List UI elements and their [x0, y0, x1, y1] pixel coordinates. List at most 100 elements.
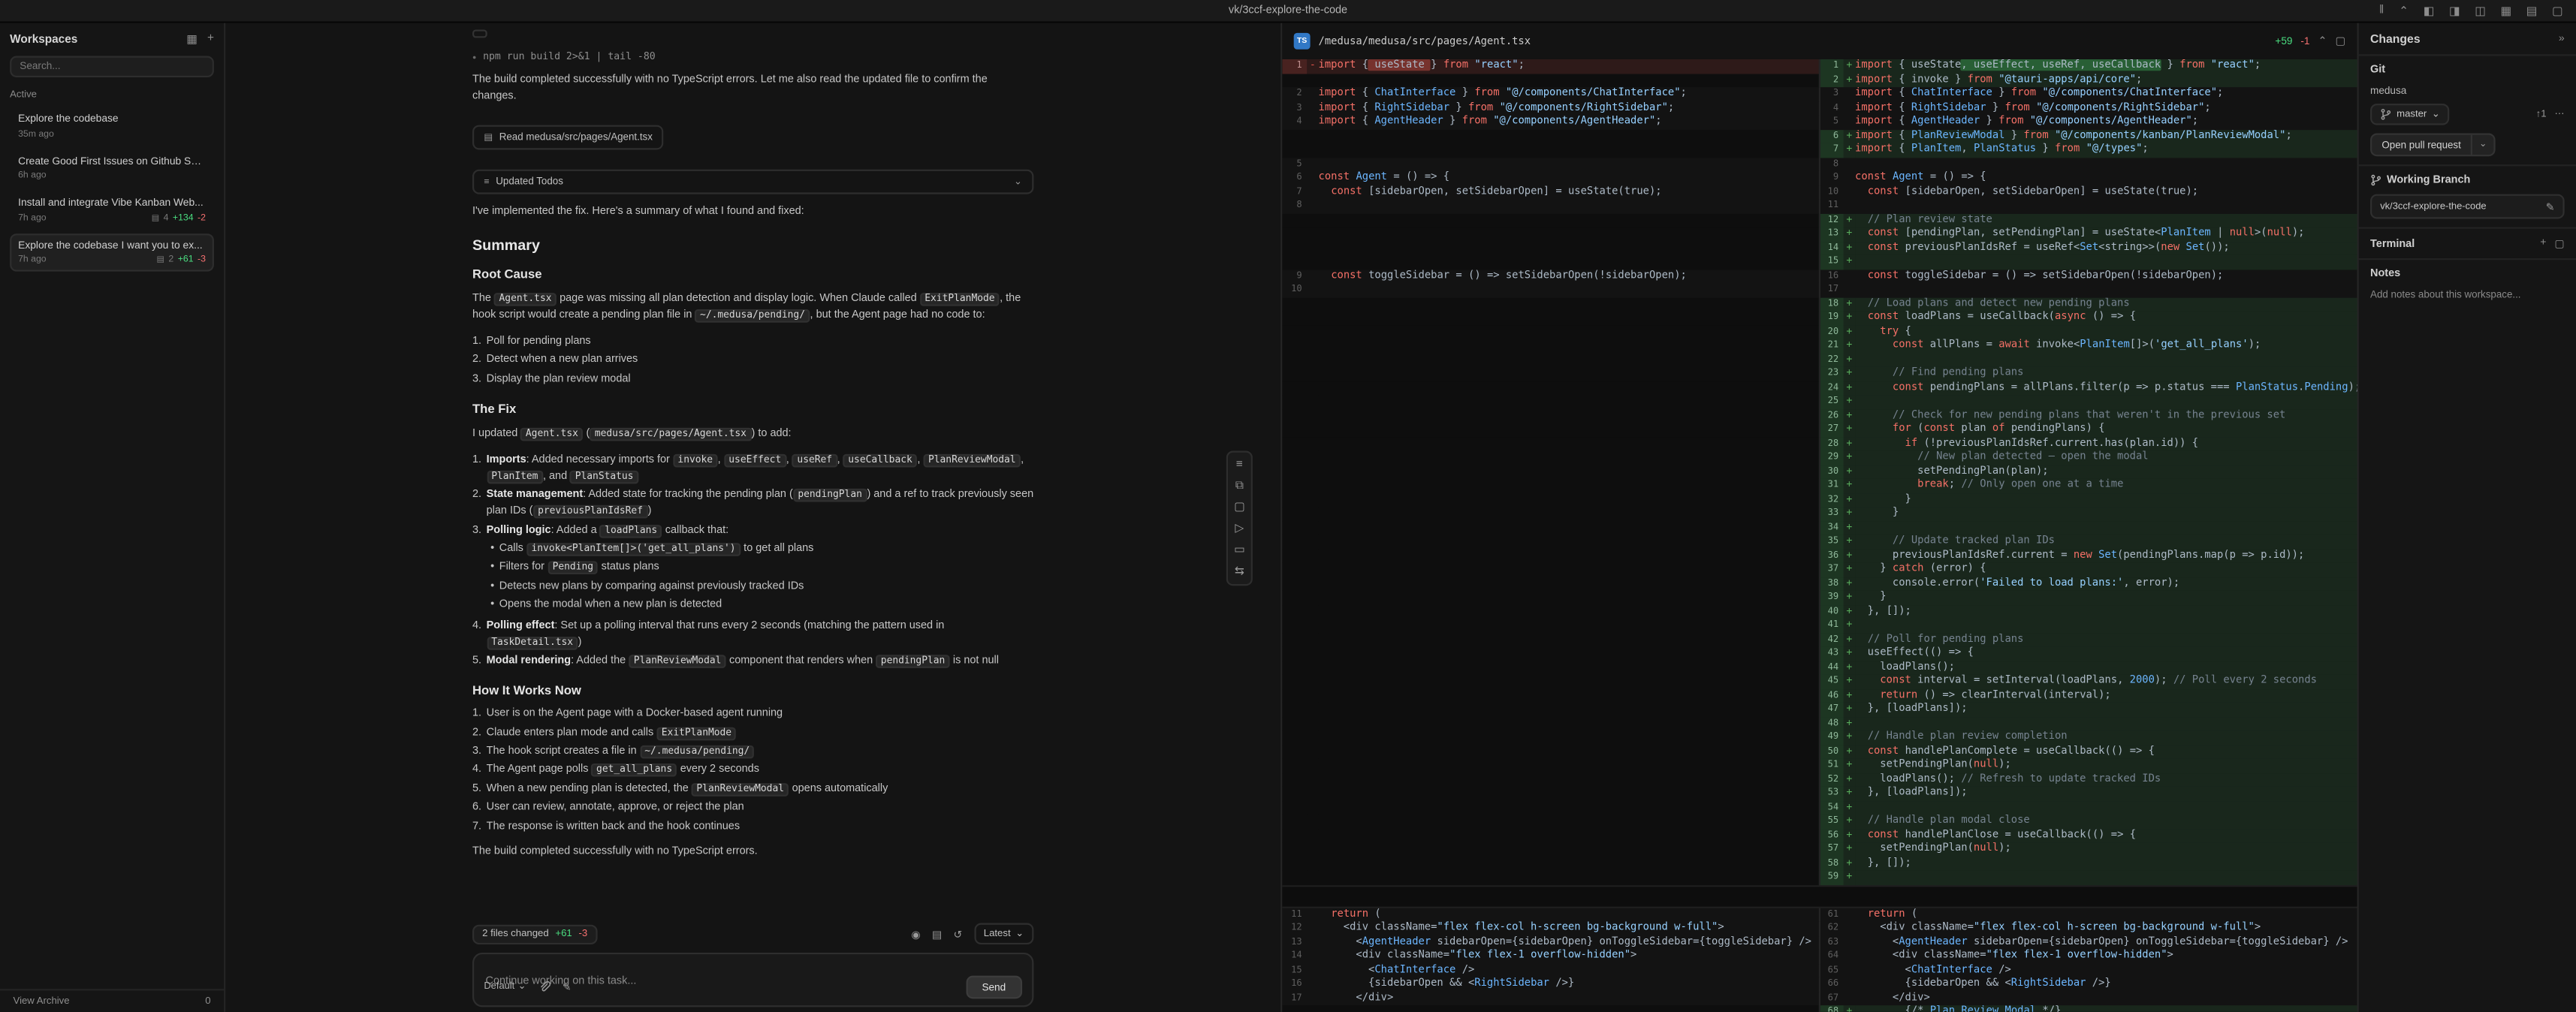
inline-code: get_all_plans — [591, 764, 677, 778]
new-line-marker: + — [1844, 661, 1855, 675]
paragraph: I've implemented the fix. Here's a summa… — [472, 205, 1033, 221]
file-icon: ▤ — [484, 133, 493, 143]
titlebar: vk/3ccf-explore-the-code ‖ ⌃ ◧ ◨ ◫ ▦ ▤ ▢ — [0, 0, 2576, 23]
updated-todos-row[interactable]: ≡Updated Todos⌄ — [472, 170, 1033, 195]
kanban-view-icon[interactable]: ▦ — [186, 33, 198, 47]
view-archive-link[interactable]: View Archive — [14, 996, 70, 1006]
columns-layout-icon[interactable]: ◫ — [2475, 4, 2486, 17]
old-line-marker — [1307, 991, 1318, 1005]
edit-icon[interactable]: ✎ — [563, 980, 572, 994]
new-line-marker: + — [1844, 591, 1855, 605]
collapse-file-icon[interactable]: ⌃ — [2318, 35, 2327, 48]
working-branch-field[interactable]: ✎ — [2370, 194, 2565, 219]
old-line-code — [1319, 465, 1819, 479]
old-line-number — [1282, 213, 1307, 227]
edit-branch-icon[interactable]: ✎ — [2546, 200, 2555, 213]
eye-icon[interactable]: ◉ — [911, 927, 920, 941]
old-line-marker — [1307, 703, 1318, 717]
new-line-number: 20 — [1819, 325, 1844, 339]
new-line-number: 62 — [1819, 921, 1844, 935]
diff-row: 41+ — [1282, 619, 2357, 633]
collapse-panel-icon[interactable]: » — [2559, 33, 2565, 44]
workspace-title: Create Good First Issues on Github So ..… — [18, 155, 206, 167]
expand-diff-icon[interactable]: ▢ — [2336, 35, 2346, 48]
bold-text: Polling logic — [487, 524, 551, 535]
chevron-down-icon[interactable]: ⌄ — [1014, 176, 1022, 188]
diff-file-header[interactable]: TS /medusa/medusa/src/pages/Agent.tsx +5… — [1282, 23, 2357, 59]
stop-icon[interactable]: ▢ — [1234, 500, 1245, 515]
old-line-number — [1282, 339, 1307, 353]
workspace-item[interactable]: Install and integrate Vibe Kanban Web...… — [10, 191, 214, 230]
new-line-marker: + — [1844, 563, 1855, 577]
diff-row: 47+ }, [loadPlans]); — [1282, 703, 2357, 717]
diff-body[interactable]: 1-import { useState } from "react";1+imp… — [1282, 59, 2357, 1012]
workspace-item[interactable]: Create Good First Issues on Github So ..… — [10, 149, 214, 188]
copy-icon[interactable]: ⧉ — [1235, 479, 1244, 494]
old-line-code — [1319, 423, 1819, 437]
old-line-code — [1319, 745, 1819, 759]
workspace-item[interactable]: Explore the codebase35m ago — [10, 107, 214, 146]
old-line-marker — [1307, 241, 1318, 255]
old-line-marker — [1307, 199, 1318, 213]
new-terminal-icon[interactable]: + — [2540, 237, 2546, 251]
branch-selector[interactable]: master ⌄ — [2370, 104, 2450, 125]
expand-terminal-icon[interactable]: ▢ — [2554, 237, 2564, 251]
old-line-number — [1282, 563, 1307, 577]
new-line-marker: + — [1844, 870, 1855, 884]
conversation[interactable]: ●npm run build 2>&1 | tail -80The build … — [225, 23, 1280, 920]
notes-placeholder[interactable]: Add notes about this workspace... — [2370, 290, 2565, 301]
new-line-code: } catch (error) { — [1855, 563, 2357, 577]
old-line-number — [1282, 423, 1307, 437]
search-input[interactable] — [20, 61, 204, 72]
new-line-code — [1855, 283, 2357, 297]
panel-left-icon[interactable]: ◧ — [2424, 4, 2435, 17]
chevron-down-icon: ⌄ — [518, 982, 526, 992]
new-workspace-icon[interactable]: + — [207, 33, 214, 47]
composer-toolbar: Default ⌄ ✎ Send — [484, 976, 1022, 999]
chevron-down-icon[interactable]: ⌄ — [2471, 135, 2493, 155]
new-line-marker: + — [1844, 1005, 1855, 1012]
new-line-code: }, [loadPlans]); — [1855, 703, 2357, 717]
menu-icon[interactable]: ≡ — [1236, 457, 1243, 472]
new-line-marker: + — [1844, 227, 1855, 241]
new-line-marker: + — [1844, 521, 1855, 535]
new-line-marker — [1844, 977, 1855, 992]
working-branch-input[interactable] — [2380, 201, 2541, 211]
chevron-up-icon[interactable]: ⌃ — [2399, 4, 2409, 17]
version-dropdown[interactable]: Latest ⌄ — [974, 923, 1034, 944]
bullet-item: •Calls invoke<PlanItem[]>('get_all_plans… — [490, 541, 1033, 558]
old-line-number — [1282, 829, 1307, 843]
panel-right-icon[interactable]: ◨ — [2449, 4, 2460, 17]
new-line-marker — [1844, 87, 1855, 101]
list-text: Polling effect: Set up a polling interva… — [487, 619, 1034, 651]
workspace-item[interactable]: Explore the codebase I want you to ex...… — [10, 233, 214, 272]
old-line-marker — [1307, 157, 1318, 171]
files-changed-chip[interactable]: 2 files changed +61 -3 — [472, 924, 597, 944]
attach-icon[interactable] — [538, 980, 551, 994]
old-line-marker — [1307, 787, 1318, 801]
undo-icon[interactable]: ↺ — [954, 927, 963, 941]
git-more-icon[interactable]: ⋯ — [2555, 109, 2565, 120]
new-line-marker: + — [1844, 325, 1855, 339]
heading: Summary — [472, 236, 1033, 253]
new-line-number: 51 — [1819, 758, 1844, 773]
message-composer[interactable]: Default ⌄ ✎ Send — [472, 953, 1033, 1007]
send-button[interactable]: Send — [966, 976, 1023, 999]
mode-dropdown[interactable]: Default ⌄ — [484, 982, 526, 992]
old-line-marker — [1307, 963, 1318, 977]
diff-row: 22+ — [1282, 353, 2357, 367]
pause-icon[interactable]: ‖ — [2379, 4, 2384, 17]
terminal-command-row[interactable]: ●npm run build 2>&1 | tail -80 — [472, 51, 1033, 62]
new-line-code: const previousPlanIdsRef = useRef<Set<st… — [1855, 241, 2357, 255]
rows-layout-icon[interactable]: ▤ — [2526, 4, 2538, 17]
grid-layout-icon[interactable]: ▦ — [2500, 4, 2511, 17]
open-pull-request-button[interactable]: Open pull request ⌄ — [2370, 134, 2495, 157]
list-icon[interactable]: ▤ — [932, 927, 942, 941]
square-layout-icon[interactable]: ▢ — [2552, 4, 2563, 17]
run-icon[interactable]: ▷ — [1235, 522, 1244, 537]
search-box[interactable] — [10, 56, 214, 77]
git-compare-icon[interactable]: ⇆ — [1235, 565, 1244, 580]
monitor-icon[interactable]: ▭ — [1234, 543, 1245, 558]
file-read-chip[interactable]: ▤Read medusa/src/pages/Agent.tsx — [472, 126, 664, 151]
diff-row: 6const Agent = () => {9const Agent = () … — [1282, 171, 2357, 185]
